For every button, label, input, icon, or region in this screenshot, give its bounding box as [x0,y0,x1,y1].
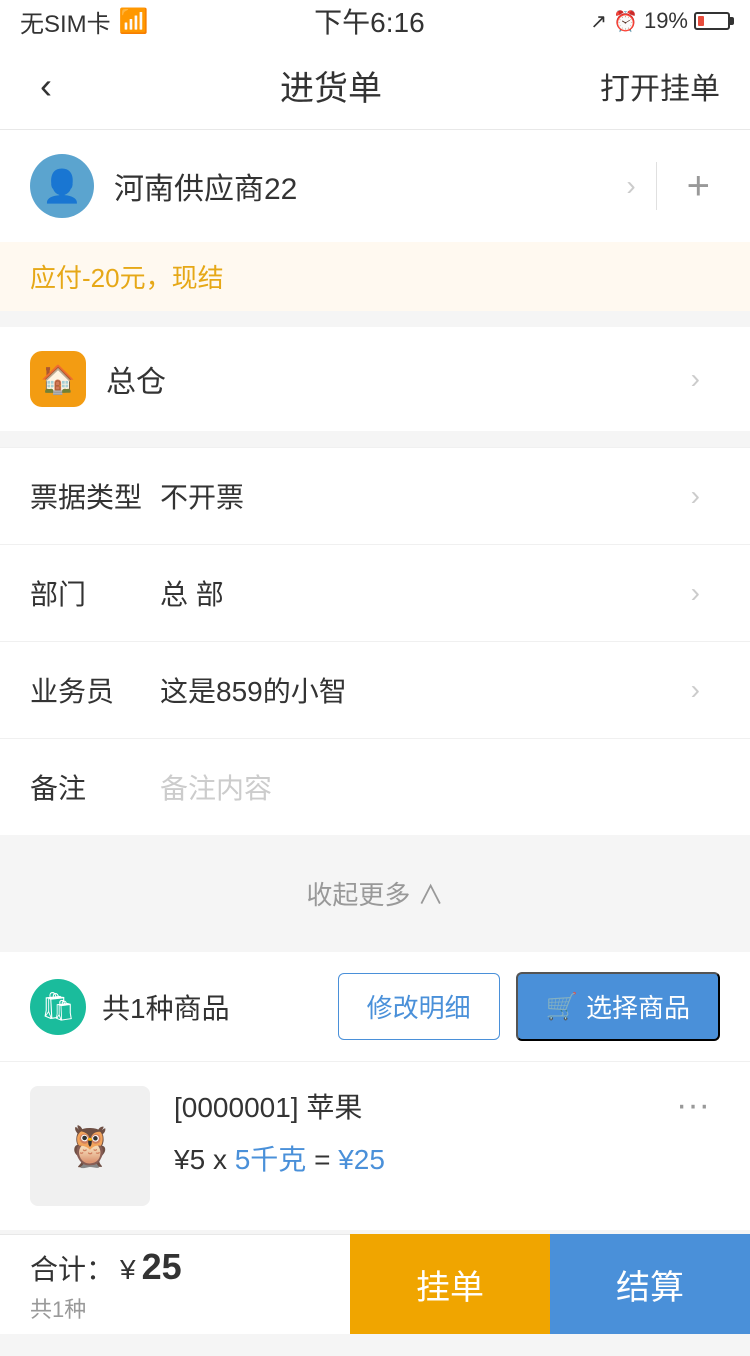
dept-chevron-icon: › [691,577,700,609]
status-left: 无SIM卡 📶 [20,4,149,39]
warehouse-icon: 🏠 [30,351,86,407]
invoice-label: 票据类型 [30,476,160,516]
product-code: [0000001] [174,1092,299,1123]
product-thumb-icon: 🦉 [65,1123,115,1170]
supplier-name: 河南供应商22 [114,164,626,208]
checkout-button[interactable]: 结算 [550,1234,750,1334]
hang-label: 挂单 [416,1260,484,1309]
page-title: 进货单 [280,61,382,110]
total-sub: 共1种 [30,1292,320,1324]
product-name: [0000001] 苹果 [174,1086,666,1126]
invoice-chevron-icon: › [691,480,700,512]
wifi-icon: 📶 [119,7,149,36]
product-item: 🦉 [0000001] 苹果 ¥5 x 5千克 = ¥25 ··· [0,1061,750,1230]
quantity-value: 5千克 [235,1144,314,1175]
dept-value: 总 部 [160,573,691,613]
avatar-icon: 👤 [42,167,82,205]
sales-chevron-icon: › [691,674,700,706]
supplier-card: 👤 河南供应商22 › + 应付-20元，现结 [0,130,750,311]
modify-detail-button[interactable]: 修改明细 [338,973,500,1040]
collapse-label: 收起更多 ∧ [306,875,443,912]
dept-row[interactable]: 部门 总 部 › [0,544,750,641]
supplier-avatar: 👤 [30,154,94,218]
price-separator: x [213,1144,235,1175]
remark-row[interactable]: 备注 备注内容 [0,738,750,835]
footer: 合计： ¥ 25 共1种 挂单 结算 [0,1234,750,1334]
supplier-row[interactable]: 👤 河南供应商22 › + [0,130,750,242]
checkout-label: 结算 [616,1260,684,1309]
sales-label: 业务员 [30,670,160,710]
divider [656,162,657,210]
price-total: ¥25 [338,1144,385,1175]
sales-value: 这是859的小智 [160,670,691,710]
battery-icon [694,12,730,30]
status-bar: 无SIM卡 📶 下午6:16 ↗ ⏰ 19% [0,0,750,42]
select-product-label: 选择商品 [586,988,690,1025]
product-icon: 🛍 [30,979,86,1035]
location-icon: ↗ [590,9,607,34]
product-more-button[interactable]: ··· [666,1086,720,1125]
status-right: ↗ ⏰ 19% [590,8,730,34]
payment-notice: 应付-20元，现结 [0,242,750,311]
supplier-chevron-icon: › [626,170,635,202]
price-unit: ¥5 [174,1144,205,1175]
product-title: 苹果 [306,1092,362,1123]
sales-row[interactable]: 业务员 这是859的小智 › [0,641,750,738]
battery-percent: 19% [644,8,688,34]
product-thumbnail: 🦉 [30,1086,150,1206]
hang-button[interactable]: 挂单 [350,1234,550,1334]
total-main: 合计： ¥ 25 [30,1246,320,1288]
main-content: 👤 河南供应商22 › + 应付-20元，现结 🏠 总仓 › 票据类型 不开票 … [0,130,750,1356]
equals-sign: = [314,1144,338,1175]
product-info: [0000001] 苹果 ¥5 x 5千克 = ¥25 [174,1086,666,1178]
dept-label: 部门 [30,573,160,613]
invoice-row[interactable]: 票据类型 不开票 › [0,447,750,544]
product-section-card: 🛍 共1种商品 修改明细 🛒 选择商品 🦉 [0000001] 苹果 ¥5 [0,952,750,1230]
alarm-icon: ⏰ [613,9,638,34]
open-hang-button[interactable]: 打开挂单 [600,64,720,108]
back-button[interactable]: ‹ [30,55,62,117]
home-icon: 🏠 [41,363,76,396]
status-time: 下午6:16 [314,1,425,41]
warehouse-card[interactable]: 🏠 总仓 › [0,327,750,431]
warehouse-name: 总仓 [106,357,691,401]
form-card: 票据类型 不开票 › 部门 总 部 › 业务员 这是859的小智 › 备注 备注… [0,447,750,835]
remark-label: 备注 [30,767,160,807]
total-symbol: ¥ [120,1254,136,1286]
footer-total: 合计： ¥ 25 共1种 [0,1234,350,1334]
nav-bar: ‹ 进货单 打开挂单 [0,42,750,130]
warehouse-row[interactable]: 🏠 总仓 › [0,327,750,431]
select-product-button[interactable]: 🛒 选择商品 [516,972,720,1041]
total-amount: 25 [142,1246,182,1288]
total-label: 合计： [30,1248,114,1288]
product-count: 共1种商品 [102,987,338,1027]
bag-icon: 🛍 [40,990,76,1023]
collapse-button[interactable]: 收起更多 ∧ [0,851,750,936]
add-supplier-button[interactable]: + [677,164,720,209]
product-price: ¥5 x 5千克 = ¥25 [174,1138,666,1178]
remark-input[interactable]: 备注内容 [160,767,720,807]
invoice-value: 不开票 [160,476,691,516]
cart-icon: 🛒 [546,991,578,1022]
product-header: 🛍 共1种商品 修改明细 🛒 选择商品 [0,952,750,1061]
carrier-label: 无SIM卡 [20,4,111,39]
warehouse-chevron-icon: › [691,363,700,395]
